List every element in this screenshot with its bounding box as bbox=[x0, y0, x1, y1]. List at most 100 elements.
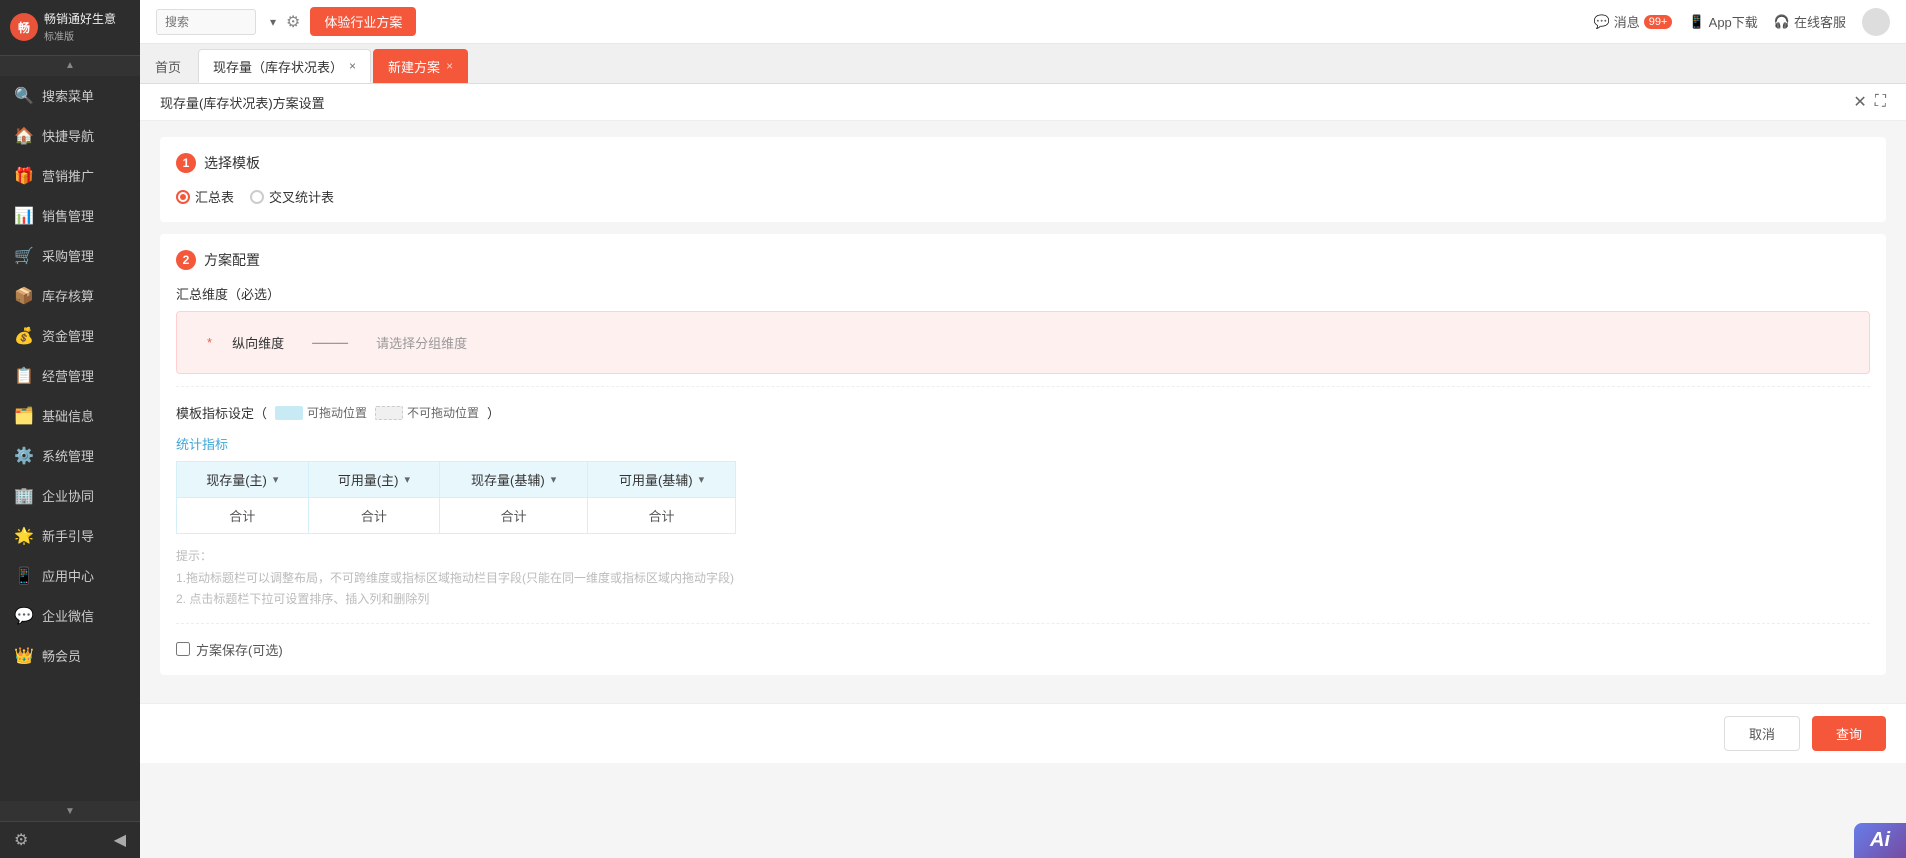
cancel-button[interactable]: 取消 bbox=[1724, 716, 1800, 751]
stats-table-body-row: 合计 合计 合计 合计 bbox=[177, 498, 736, 534]
tab-inventory-close-icon[interactable]: × bbox=[349, 59, 356, 73]
app-download-icon: 📱 bbox=[1688, 14, 1704, 30]
col4-label: 可用量(基辅) bbox=[619, 470, 693, 489]
sidebar-item-inventory[interactable]: 📦 库存核算 bbox=[0, 276, 140, 316]
operations-icon: 📋 bbox=[14, 366, 34, 386]
app-name: 畅销通好生意 bbox=[44, 12, 116, 28]
sidebar: 畅 畅销通好生意 标准版 ▲ 🔍 搜索菜单 🏠 快捷导航 🎁 营销推广 📊 销售… bbox=[0, 0, 140, 858]
col2-sub: 合计 bbox=[308, 498, 440, 534]
main-area: ▾ ⚙ 体验行业方案 💬 消息 99+ 📱 App下载 🎧 在线客服 首页 bbox=[140, 0, 1906, 858]
topbar-dropdown-icon[interactable]: ▾ bbox=[270, 15, 276, 29]
tabs-bar: 首页 现存量（库存状况表） × 新建方案 × bbox=[140, 44, 1906, 84]
sidebar-item-member[interactable]: 👑 畅会员 bbox=[0, 636, 140, 676]
col3-dropdown-icon[interactable]: ▾ bbox=[551, 473, 557, 486]
content-close-btns: ✕ ⛶ bbox=[1853, 92, 1886, 112]
finance-icon: 💰 bbox=[14, 326, 34, 346]
stats-table-header-row: 现存量(主) ▾ 可用量(主) ▾ bbox=[177, 462, 736, 498]
marketing-icon: 🎁 bbox=[14, 166, 34, 186]
content-close-icon[interactable]: ✕ bbox=[1853, 92, 1866, 112]
sidebar-item-purchase[interactable]: 🛒 采购管理 bbox=[0, 236, 140, 276]
sales-icon: 📊 bbox=[14, 206, 34, 226]
sidebar-item-search-menu[interactable]: 🔍 搜索菜单 bbox=[0, 76, 140, 116]
section-divider-2 bbox=[176, 623, 1870, 624]
radio-summary[interactable]: 汇总表 bbox=[176, 187, 234, 206]
online-service-btn[interactable]: 🎧 在线客服 bbox=[1774, 12, 1846, 31]
sidebar-scroll-down[interactable]: ▼ bbox=[0, 801, 140, 821]
sidebar-item-new-guide[interactable]: 🌟 新手引导 bbox=[0, 516, 140, 556]
sidebar-logo: 畅 畅销通好生意 标准版 bbox=[0, 0, 140, 56]
save-checkbox[interactable] bbox=[176, 642, 190, 656]
settings-icon[interactable]: ⚙ bbox=[14, 830, 28, 850]
tab-new-scheme-close-icon[interactable]: × bbox=[446, 59, 453, 73]
app-download-btn[interactable]: 📱 App下载 bbox=[1688, 12, 1757, 31]
tab-home-label: 首页 bbox=[155, 57, 181, 76]
radio-cross-circle bbox=[250, 190, 264, 204]
collapse-icon[interactable]: ◀ bbox=[114, 830, 126, 850]
dim-arrow: —— bbox=[312, 332, 348, 353]
user-avatar[interactable] bbox=[1862, 8, 1890, 36]
tab-new-scheme-label: 新建方案 bbox=[388, 57, 440, 76]
sidebar-item-operations[interactable]: 📋 经营管理 bbox=[0, 356, 140, 396]
sidebar-item-enterprise-wechat[interactable]: 💬 企业微信 bbox=[0, 596, 140, 636]
new-guide-icon: 🌟 bbox=[14, 526, 34, 546]
tab-inventory-status[interactable]: 现存量（库存状况表） × bbox=[198, 49, 371, 83]
sidebar-item-label: 经营管理 bbox=[42, 366, 94, 385]
sidebar-item-marketing[interactable]: 🎁 营销推广 bbox=[0, 156, 140, 196]
col1-dropdown-icon[interactable]: ▾ bbox=[273, 473, 279, 486]
template-radio-group: 汇总表 交叉统计表 bbox=[176, 187, 1870, 206]
app-download-label: App下载 bbox=[1709, 12, 1758, 31]
col4-header: 可用量(基辅) ▾ bbox=[588, 462, 736, 498]
legend-non-draggable-item: 不可拖动位置 bbox=[375, 404, 479, 421]
dim-placeholder[interactable]: 请选择分组维度 bbox=[376, 333, 467, 352]
app-version: 标准版 bbox=[44, 28, 116, 43]
sidebar-item-system[interactable]: ⚙️ 系统管理 bbox=[0, 436, 140, 476]
section-divider bbox=[176, 386, 1870, 387]
indicator-label-text: 模板指标设定（ bbox=[176, 403, 267, 422]
sidebar-item-basic-info[interactable]: 🗂️ 基础信息 bbox=[0, 396, 140, 436]
col1-header: 现存量(主) ▾ bbox=[177, 462, 309, 498]
sidebar-item-app-center[interactable]: 📱 应用中心 bbox=[0, 556, 140, 596]
sidebar-item-finance[interactable]: 💰 资金管理 bbox=[0, 316, 140, 356]
sidebar-item-label: 新手引导 bbox=[42, 526, 94, 545]
col1-sub: 合计 bbox=[177, 498, 309, 534]
ai-badge[interactable]: Ai bbox=[1854, 823, 1906, 858]
sidebar-item-quick-nav[interactable]: 🏠 快捷导航 bbox=[0, 116, 140, 156]
sidebar-item-enterprise[interactable]: 🏢 企业协同 bbox=[0, 476, 140, 516]
col3-header: 现存量(基辅) ▾ bbox=[440, 462, 588, 498]
tab-home[interactable]: 首页 bbox=[140, 49, 196, 83]
sidebar-item-label: 企业微信 bbox=[42, 606, 94, 625]
page-footer: 取消 查询 bbox=[140, 703, 1906, 763]
app-logo-icon: 畅 bbox=[10, 13, 38, 41]
radio-summary-circle bbox=[176, 190, 190, 204]
hint-title: 提示： bbox=[176, 546, 1870, 568]
hint-item-1: 1.拖动标题栏可以调整布局，不可跨维度或指标区域拖动栏目字段(只能在同一维度或指… bbox=[176, 568, 1870, 590]
tab-inventory-label: 现存量（库存状况表） bbox=[213, 57, 343, 76]
col4-dropdown-icon[interactable]: ▾ bbox=[699, 473, 705, 486]
trial-btn[interactable]: 体验行业方案 bbox=[310, 7, 416, 36]
step2-header: 2 方案配置 bbox=[176, 250, 1870, 270]
content-expand-icon[interactable]: ⛶ bbox=[1875, 93, 1886, 111]
save-option: 方案保存(可选) bbox=[176, 640, 1870, 659]
topbar: ▾ ⚙ 体验行业方案 💬 消息 99+ 📱 App下载 🎧 在线客服 bbox=[140, 0, 1906, 44]
messages-btn[interactable]: 💬 消息 99+ bbox=[1594, 12, 1673, 31]
radio-summary-label: 汇总表 bbox=[195, 187, 234, 206]
radio-cross[interactable]: 交叉统计表 bbox=[250, 187, 334, 206]
tab-new-scheme[interactable]: 新建方案 × bbox=[373, 49, 468, 83]
step2-badge: 2 bbox=[176, 250, 196, 270]
sidebar-item-sales[interactable]: 📊 销售管理 bbox=[0, 196, 140, 236]
sidebar-scroll-up[interactable]: ▲ bbox=[0, 56, 140, 76]
topbar-gear-icon[interactable]: ⚙ bbox=[286, 12, 300, 32]
search-input[interactable] bbox=[156, 9, 256, 35]
online-service-label: 在线客服 bbox=[1794, 12, 1846, 31]
dim-required-mark: * bbox=[207, 335, 212, 350]
radio-cross-label: 交叉统计表 bbox=[269, 187, 334, 206]
col2-dropdown-icon[interactable]: ▾ bbox=[404, 473, 410, 486]
query-button[interactable]: 查询 bbox=[1812, 716, 1886, 751]
indicator-legend: 可拖动位置 不可拖动位置 bbox=[275, 404, 479, 421]
col2-label: 可用量(主) bbox=[338, 470, 399, 489]
stats-title: 统计指标 bbox=[176, 434, 1870, 453]
legend-non-draggable-label: 不可拖动位置 bbox=[407, 404, 479, 421]
app-center-icon: 📱 bbox=[14, 566, 34, 586]
search-menu-icon: 🔍 bbox=[14, 86, 34, 106]
step1-section: 1 选择模板 汇总表 交叉统计表 bbox=[160, 137, 1886, 222]
